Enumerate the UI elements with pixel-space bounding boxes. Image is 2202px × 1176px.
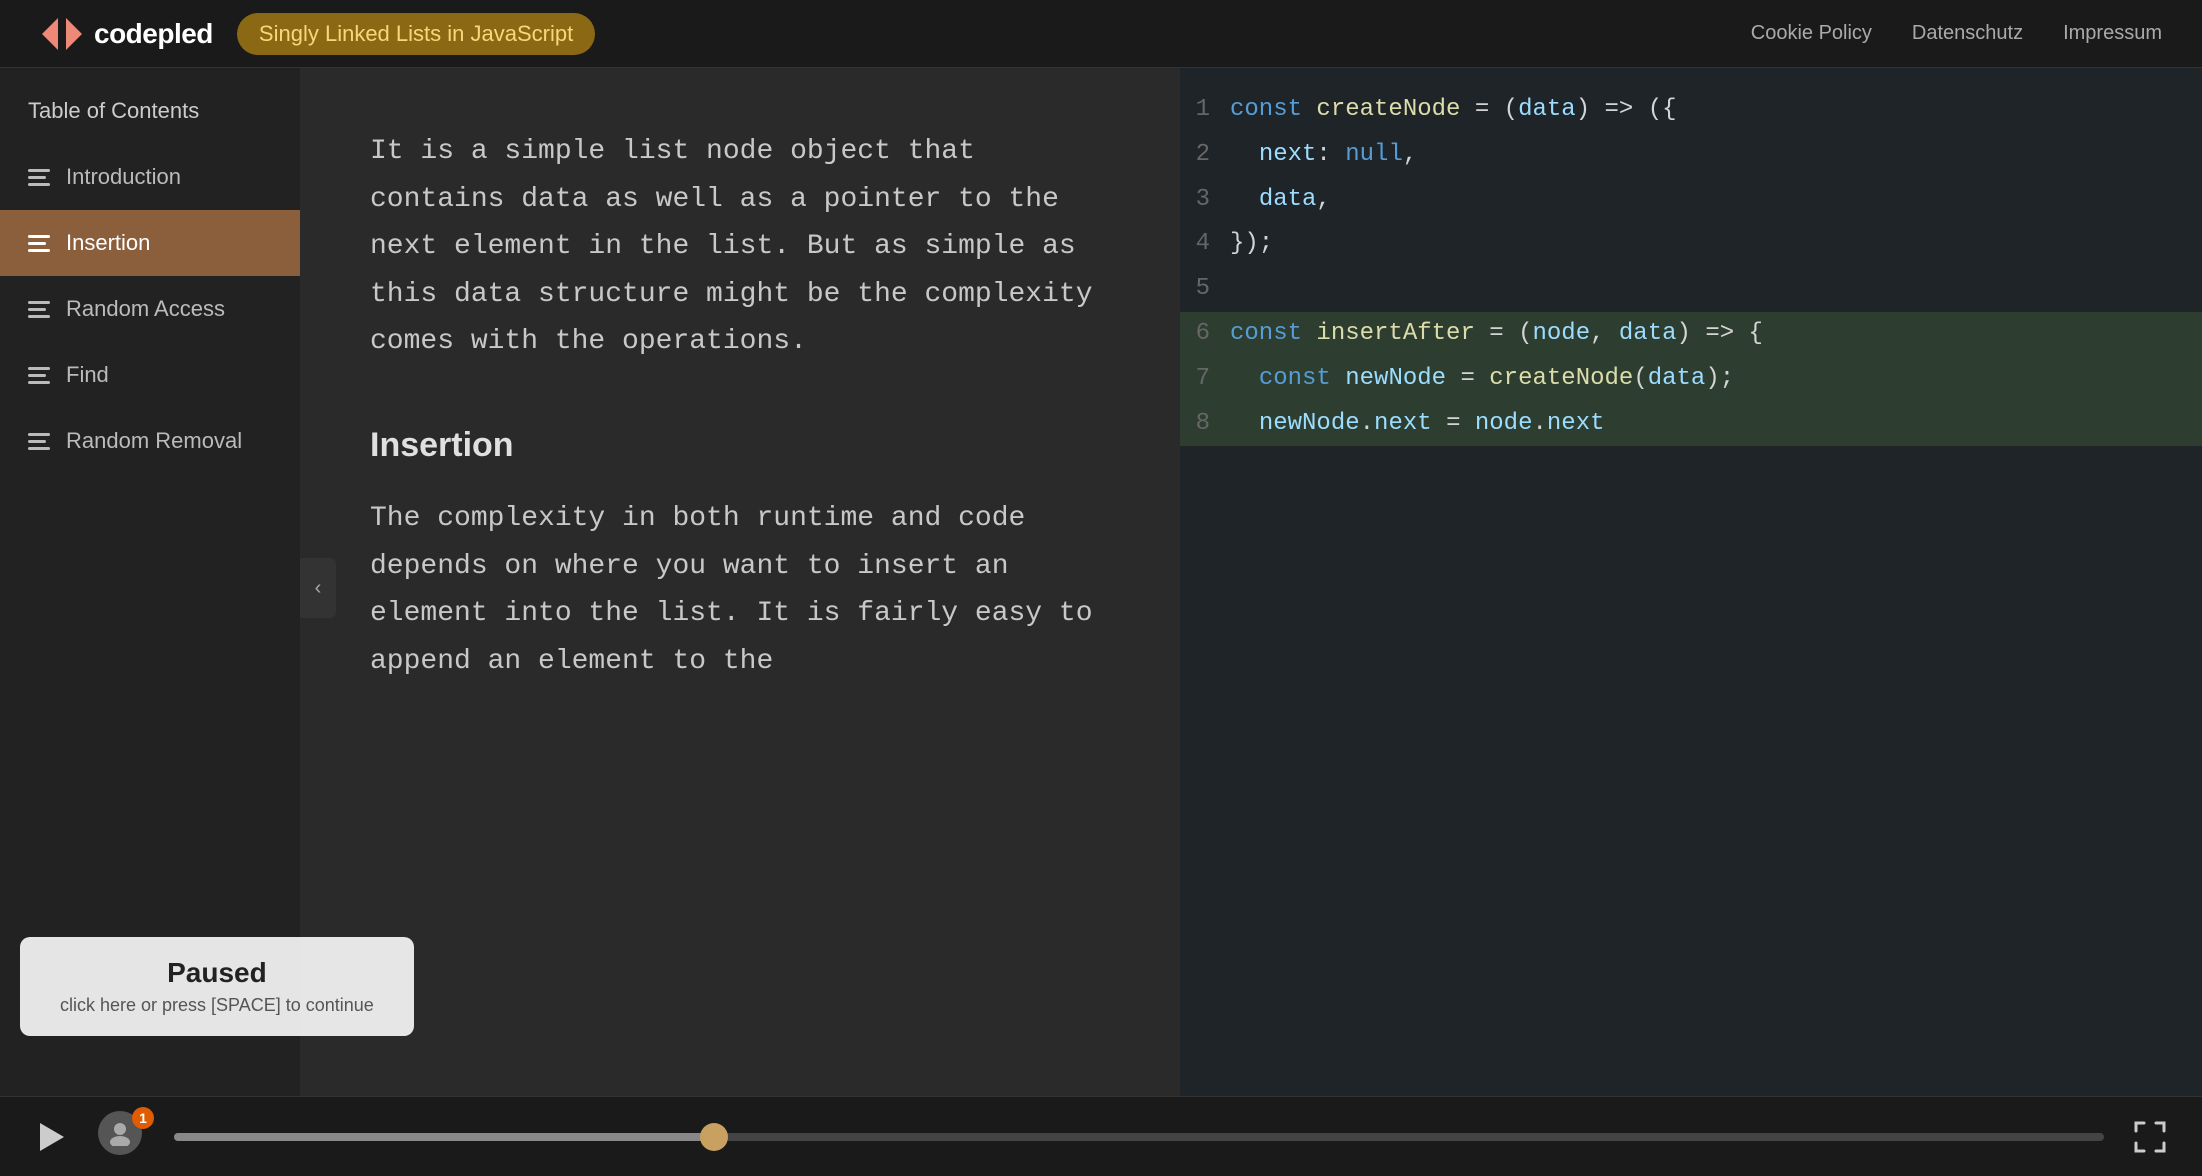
menu-icon-find [28,367,50,384]
progress-thumb[interactable] [700,1123,728,1151]
logo-icon [40,12,84,56]
topnav-right: Cookie Policy Datenschutz Impressum [1751,22,2162,45]
code-line-2: 2 next: null, [1180,133,2202,178]
sidebar-label-random-access: Random Access [66,296,225,322]
sidebar-item-find[interactable]: Find [0,342,300,408]
sidebar-label-insertion: Insertion [66,230,150,256]
bottom-bar: 1 [0,1096,2202,1176]
fullscreen-button[interactable] [2128,1115,2172,1159]
avatar-button[interactable]: 1 [98,1111,150,1163]
avatar-icon [107,1120,133,1146]
main-content: It is a simple list node object that con… [300,68,2202,1096]
sidebar-item-random-removal[interactable]: Random Removal [0,408,300,474]
code-line-6: 6 const insertAfter = (node, data) => { [1180,312,2202,357]
paused-title: Paused [60,957,374,989]
paused-subtitle: click here or press [SPACE] to continue [60,995,374,1016]
play-button[interactable] [30,1115,74,1159]
menu-icon-introduction [28,169,50,186]
topnav-left: codepled Singly Linked Lists in JavaScri… [40,12,595,56]
progress-bar-fill [174,1133,714,1141]
insertion-paragraph: The complexity in both runtime and code … [370,495,1110,685]
sidebar-item-introduction[interactable]: Introduction [0,144,300,210]
datenschutz-link[interactable]: Datenschutz [1912,22,2023,45]
menu-icon-random-removal [28,433,50,450]
code-block: 1 const createNode = (data) => ({ 2 next… [1180,68,2202,466]
menu-icon-insertion [28,235,50,252]
code-line-4: 4 }); [1180,222,2202,267]
sidebar-label-find: Find [66,362,109,388]
paused-overlay[interactable]: Paused click here or press [SPACE] to co… [20,937,414,1036]
toc-title: Table of Contents [0,68,300,144]
sidebar-label-introduction: Introduction [66,164,181,190]
code-line-3: 3 data, [1180,178,2202,223]
notification-badge: 1 [132,1107,154,1129]
topnav: codepled Singly Linked Lists in JavaScri… [0,0,2202,68]
sidebar-item-random-access[interactable]: Random Access [0,276,300,342]
insertion-title: Insertion [370,426,1110,465]
code-line-5: 5 [1180,267,2202,312]
logo-text: codepled [94,18,213,50]
course-title-badge: Singly Linked Lists in JavaScript [237,13,595,55]
fullscreen-icon [2134,1121,2166,1153]
sidebar-label-random-removal: Random Removal [66,428,242,454]
code-panel: 1 const createNode = (data) => ({ 2 next… [1180,68,2202,1096]
article-panel: It is a simple list node object that con… [300,68,1180,1096]
intro-paragraph: It is a simple list node object that con… [370,128,1110,366]
code-line-1: 1 const createNode = (data) => ({ [1180,88,2202,133]
progress-bar[interactable] [174,1133,2104,1141]
impressum-link[interactable]: Impressum [2063,22,2162,45]
cookie-policy-link[interactable]: Cookie Policy [1751,22,1872,45]
menu-icon-random-access [28,301,50,318]
code-line-7: 7 const newNode = createNode(data); [1180,357,2202,402]
sidebar-collapse-button[interactable]: ‹ [300,558,336,618]
logo[interactable]: codepled [40,12,213,56]
sidebar-item-insertion[interactable]: Insertion [0,210,300,276]
play-icon [40,1123,64,1151]
code-line-8: 8 newNode.next = node.next [1180,402,2202,447]
